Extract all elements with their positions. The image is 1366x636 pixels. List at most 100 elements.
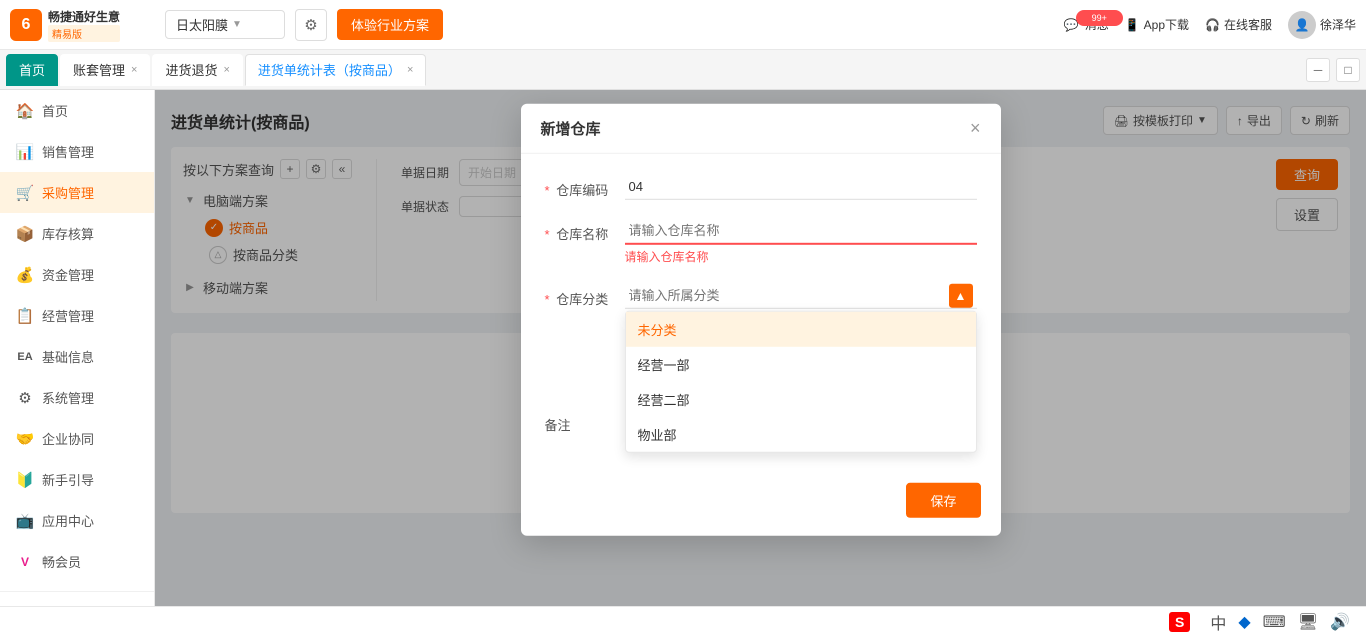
- member-icon: V: [16, 553, 34, 571]
- category-dropdown: 未分类 经营一部 经营二部 物业部: [625, 311, 977, 453]
- tab-accounts-close-icon[interactable]: ×: [131, 64, 137, 76]
- logo-badge: 精易版: [48, 25, 120, 42]
- tab-purchase-stats-close-icon[interactable]: ×: [407, 64, 413, 76]
- enterprise-icon: 🤝: [16, 430, 34, 448]
- required-star: *: [545, 183, 550, 198]
- tab-maximize-button[interactable]: □: [1336, 58, 1360, 82]
- tab-purchase-stats-label: 进货单统计表（按商品）: [258, 60, 401, 79]
- headset-icon: 🎧: [1205, 18, 1220, 32]
- tab-bar: 首页 账套管理 × 进货退货 × 进货单统计表（按商品） × ─ □: [0, 50, 1366, 90]
- add-warehouse-modal: 新增仓库 × * 仓库编码 *: [521, 104, 1001, 536]
- chinese-input-icon[interactable]: 中: [1210, 610, 1226, 634]
- code-label: * 仓库编码: [545, 174, 625, 199]
- user-menu[interactable]: 👤 徐泽华: [1288, 11, 1356, 39]
- modal-close-button[interactable]: ×: [970, 118, 981, 139]
- sidebar: 🏠 首页 📊 销售管理 🛒 采购管理 📦 库存核算 💰 资金管理 📋 经营管理 …: [0, 90, 155, 636]
- inventory-icon: 📦: [16, 225, 34, 243]
- modal-header: 新增仓库 ×: [521, 104, 1001, 154]
- remark-label: 备注: [545, 409, 625, 434]
- tab-bar-actions: ─ □: [1306, 58, 1360, 82]
- sidebar-item-app-center[interactable]: 📺 应用中心: [0, 500, 154, 541]
- sidebar-item-finance[interactable]: 💰 资金管理: [0, 254, 154, 295]
- message-badge: 99+: [1076, 10, 1123, 26]
- sidebar-item-home[interactable]: 🏠 首页: [0, 90, 154, 131]
- sales-icon: 📊: [16, 143, 34, 161]
- page-content: 进货单统计(按商品) 🖨 按模板打印 ▼ ↑ 导出 ↻ 刷新: [155, 90, 1366, 636]
- volume-icon[interactable]: 🔊: [1330, 612, 1350, 632]
- category-input[interactable]: [625, 283, 977, 309]
- store-selector-arrow-icon: ▼: [232, 19, 242, 30]
- tab-home[interactable]: 首页: [6, 54, 58, 86]
- logo-area: 6 畅捷通好生意 精易版: [10, 8, 165, 42]
- sidebar-item-purchase[interactable]: 🛒 采购管理: [0, 172, 154, 213]
- gear-icon: ⚙: [304, 16, 317, 34]
- code-field: [625, 174, 977, 200]
- user-avatar: 👤: [1288, 11, 1316, 39]
- logo-text: 畅捷通好生意: [48, 8, 120, 25]
- home-icon: 🏠: [16, 102, 34, 120]
- category-dropdown-button[interactable]: ▲: [949, 284, 973, 308]
- required-star-name: *: [545, 227, 550, 242]
- guide-icon: 🔰: [16, 471, 34, 489]
- user-name: 徐泽华: [1320, 16, 1356, 33]
- header-center: 日太阳膜 ▼ ⚙ 体验行业方案: [165, 9, 1064, 41]
- tab-purchase-return-label: 进货退货: [165, 60, 217, 79]
- message-button[interactable]: 💬 99+ 消息: [1064, 16, 1109, 33]
- sidebar-item-guide-label: 新手引导: [42, 470, 94, 489]
- store-name: 日太阳膜: [176, 15, 228, 34]
- form-row-category: * 仓库分类 ▲ 未分类 经营一部 经营二部 物业部: [545, 283, 977, 309]
- modal-title: 新增仓库: [541, 118, 601, 139]
- tab-home-label: 首页: [19, 60, 45, 79]
- code-input[interactable]: [625, 174, 977, 200]
- sidebar-item-member[interactable]: V 畅会员: [0, 541, 154, 582]
- sidebar-item-inventory[interactable]: 📦 库存核算: [0, 213, 154, 254]
- trial-button[interactable]: 体验行业方案: [337, 9, 443, 40]
- finance-icon: 💰: [16, 266, 34, 284]
- tab-accounts[interactable]: 账套管理 ×: [60, 54, 150, 86]
- sidebar-item-basic-info-label: 基础信息: [42, 347, 94, 366]
- tab-purchase-return-close-icon[interactable]: ×: [223, 64, 229, 76]
- sidebar-item-basic-info[interactable]: EA 基础信息: [0, 336, 154, 377]
- dropdown-item-dept3[interactable]: 物业部: [626, 417, 976, 452]
- sidebar-item-purchase-label: 采购管理: [42, 183, 94, 202]
- basic-info-icon: EA: [16, 348, 34, 366]
- store-selector[interactable]: 日太阳膜 ▼: [165, 10, 285, 39]
- monitor-icon: 🖥: [1298, 612, 1318, 632]
- dot-icon: ◆: [1238, 612, 1250, 632]
- category-field: ▲ 未分类 经营一部 经营二部 物业部: [625, 283, 977, 309]
- name-field: 请输入仓库名称: [625, 218, 977, 265]
- form-row-code: * 仓库编码: [545, 174, 977, 200]
- app-logo-icon: 6: [10, 9, 42, 41]
- header-right: 💬 99+ 消息 📱 App下载 🎧 在线客服 👤 徐泽华: [1064, 11, 1356, 39]
- tab-purchase-stats[interactable]: 进货单统计表（按商品） ×: [245, 54, 426, 86]
- modal-body: * 仓库编码 * 仓库名称 请输入仓库名称: [521, 154, 1001, 473]
- category-label: * 仓库分类: [545, 283, 625, 308]
- name-input[interactable]: [625, 218, 977, 245]
- sidebar-item-system-label: 系统管理: [42, 388, 94, 407]
- sidebar-item-operations-label: 经营管理: [42, 306, 94, 325]
- dropdown-item-dept1[interactable]: 经营一部: [626, 347, 976, 382]
- sidebar-item-guide[interactable]: 🔰 新手引导: [0, 459, 154, 500]
- app-center-icon: 📺: [16, 512, 34, 530]
- keyboard-icon[interactable]: ⌨: [1263, 612, 1286, 632]
- logo-text-block: 畅捷通好生意 精易版: [48, 8, 120, 42]
- category-input-wrap: ▲: [625, 283, 977, 309]
- modal-footer: 保存: [521, 473, 1001, 536]
- dropdown-item-dept2[interactable]: 经营二部: [626, 382, 976, 417]
- sidebar-item-sales[interactable]: 📊 销售管理: [0, 131, 154, 172]
- sidebar-item-system[interactable]: ⚙ 系统管理: [0, 377, 154, 418]
- save-button[interactable]: 保存: [906, 483, 980, 518]
- name-label: * 仓库名称: [545, 218, 625, 243]
- online-service-button[interactable]: 🎧 在线客服: [1205, 16, 1272, 33]
- sidebar-item-member-label: 畅会员: [42, 552, 81, 571]
- tab-accounts-label: 账套管理: [73, 60, 125, 79]
- dropdown-item-uncategorized[interactable]: 未分类: [626, 312, 976, 347]
- app-download-button[interactable]: 📱 App下载: [1125, 16, 1189, 33]
- sidebar-item-operations[interactable]: 📋 经营管理: [0, 295, 154, 336]
- tab-purchase-return[interactable]: 进货退货 ×: [152, 54, 242, 86]
- name-error-msg: 请输入仓库名称: [625, 248, 977, 265]
- settings-gear-button[interactable]: ⚙: [295, 9, 327, 41]
- tab-minimize-button[interactable]: ─: [1306, 58, 1330, 82]
- sidebar-item-app-center-label: 应用中心: [42, 511, 94, 530]
- sidebar-item-enterprise[interactable]: 🤝 企业协同: [0, 418, 154, 459]
